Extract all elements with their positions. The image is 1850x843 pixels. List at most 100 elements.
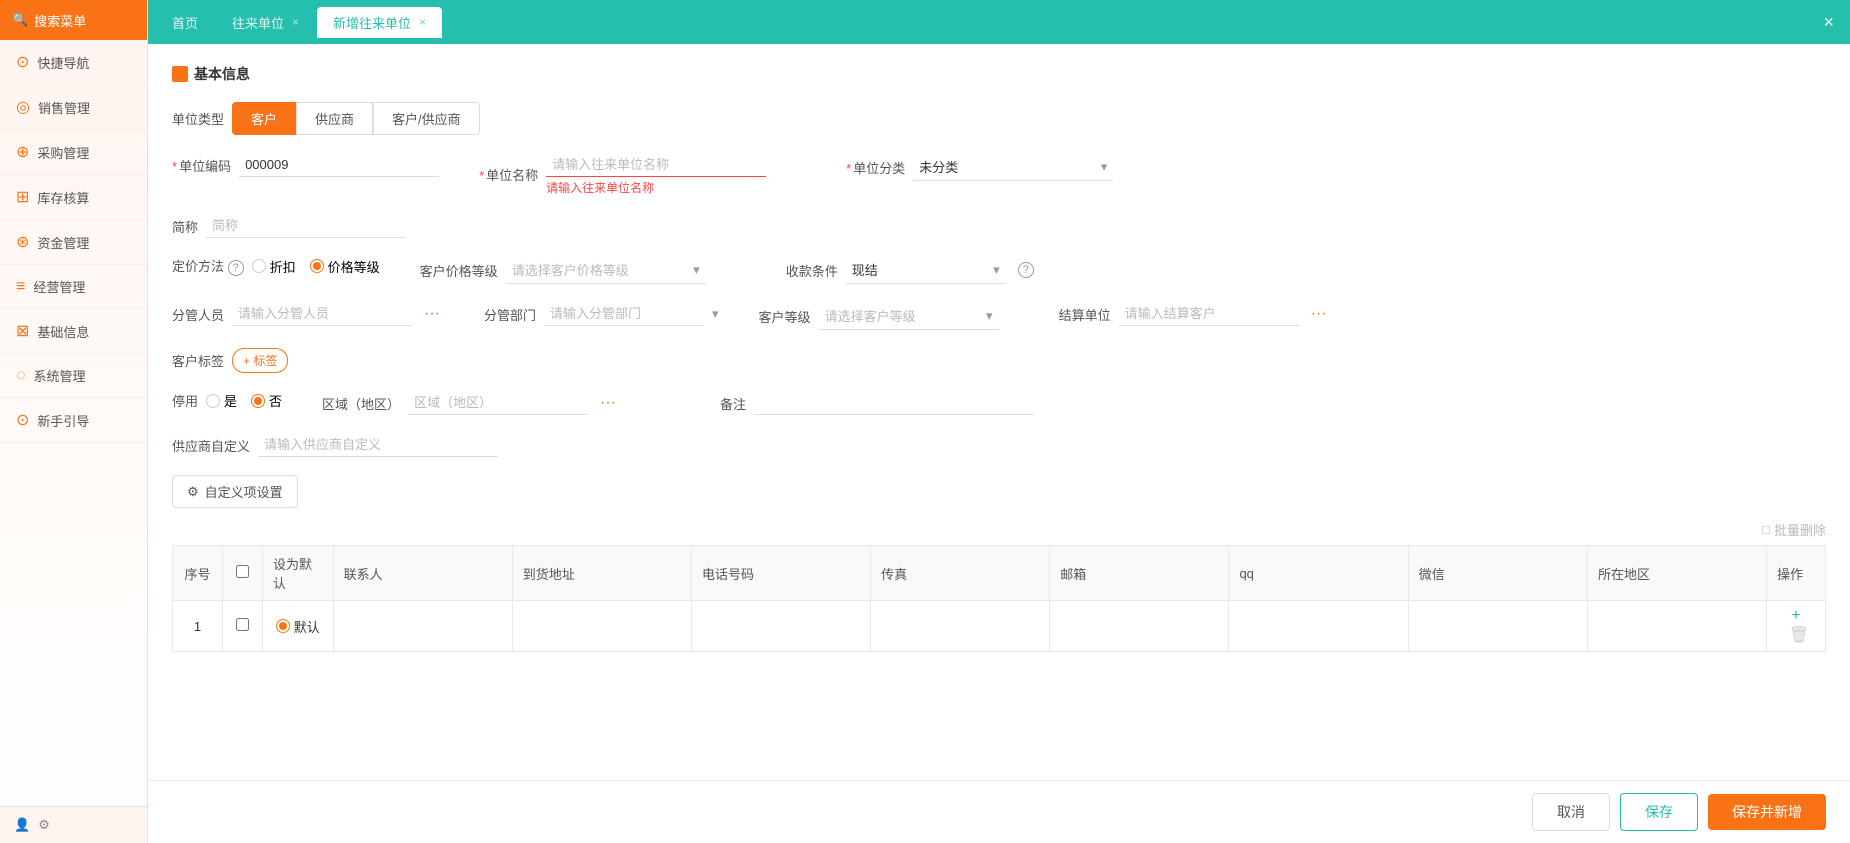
search-icon: 🔍: [12, 12, 28, 28]
phone-input[interactable]: [702, 619, 860, 634]
customer-level-field: 客户等级 请选择客户等级 ▾: [759, 302, 999, 330]
custom-settings-button[interactable]: ⚙ 自定义项设置: [172, 475, 298, 508]
customer-price-level-placeholder: 请选择客户价格等级: [512, 260, 629, 279]
unit-category-select[interactable]: 未分类 ▾: [913, 153, 1113, 181]
type-btn-both[interactable]: 客户/供应商: [373, 102, 480, 135]
batch-delete-icon: □: [1762, 522, 1770, 537]
customer-level-select[interactable]: 请选择客户等级 ▾: [819, 302, 999, 330]
manager-dots-btn[interactable]: ···: [420, 305, 444, 323]
type-btn-supplier[interactable]: 供应商: [296, 102, 373, 135]
row-wechat[interactable]: [1408, 601, 1587, 652]
form-area: 基本信息 单位类型 客户 供应商 客户/供应商 *单位编码: [148, 44, 1850, 780]
region-dots-btn[interactable]: ···: [596, 394, 620, 412]
unit-name-label: *单位名称: [479, 165, 538, 184]
save-new-button[interactable]: 保存并新增: [1708, 794, 1826, 830]
settings-icon[interactable]: ⚙: [38, 817, 50, 833]
row-contact[interactable]: [333, 601, 512, 652]
col-wechat: 微信: [1408, 546, 1587, 601]
wechat-input[interactable]: [1419, 619, 1577, 634]
sidebar-search[interactable]: 🔍 搜索菜单: [0, 0, 147, 40]
pricing-level-radio[interactable]: 价格等级: [310, 257, 380, 276]
location-input[interactable]: [1598, 619, 1756, 634]
sidebar-item-finance[interactable]: ⊛ 资金管理: [0, 220, 147, 265]
disabled-radio-group: 是 否: [206, 391, 282, 410]
settlement-unit-input[interactable]: [1119, 302, 1299, 326]
pricing-help-icon[interactable]: ?: [228, 260, 244, 276]
category-dropdown-arrow: ▾: [1101, 159, 1108, 175]
customer-price-level-select[interactable]: 请选择客户价格等级 ▾: [506, 256, 706, 284]
customer-tag-field: 客户标签 + 标签: [172, 348, 288, 373]
sidebar-item-operations[interactable]: ≡ 经营管理: [0, 265, 147, 309]
delete-row-button[interactable]: 🗑: [1789, 627, 1809, 644]
row-qq[interactable]: [1229, 601, 1408, 652]
fax-input[interactable]: [881, 619, 1039, 634]
row-email[interactable]: [1050, 601, 1229, 652]
row-fax[interactable]: [871, 601, 1050, 652]
sidebar-item-system[interactable]: ◌ 系统管理: [0, 354, 147, 398]
tab-contacts-close[interactable]: ×: [292, 15, 299, 29]
batch-delete-label[interactable]: 批量删除: [1774, 520, 1826, 539]
col-email: 邮箱: [1050, 546, 1229, 601]
row-default[interactable]: 默认: [263, 601, 334, 652]
tab-home[interactable]: 首页: [156, 7, 214, 38]
row-address[interactable]: [512, 601, 691, 652]
supplier-custom-label: 供应商自定义: [172, 436, 250, 455]
qq-input[interactable]: [1239, 619, 1397, 634]
save-button[interactable]: 保存: [1620, 793, 1698, 831]
supplier-custom-input[interactable]: [258, 433, 498, 457]
abbr-row: 简称: [172, 214, 1826, 238]
pricing-level-outer: [310, 259, 324, 273]
pricing-discount-radio[interactable]: 折扣: [252, 257, 296, 276]
table-header: 序号 设为默认 联系人 到货地址 电话号码 传真 邮箱 qq 微信 所在地区 操…: [173, 546, 1826, 601]
sidebar-item-quick-nav[interactable]: ⊙ 快捷导航: [0, 40, 147, 85]
type-btn-customer[interactable]: 客户: [232, 102, 296, 135]
note-input[interactable]: [754, 391, 1034, 415]
tab-bar: 首页 往来单位 × 新增往来单位 × ×: [148, 0, 1850, 44]
tab-contacts-label: 往来单位: [232, 13, 284, 32]
tab-contacts[interactable]: 往来单位 ×: [216, 7, 315, 38]
col-fax: 传真: [871, 546, 1050, 601]
tab-new-contact[interactable]: 新增往来单位 ×: [317, 7, 442, 38]
row-phone[interactable]: [691, 601, 870, 652]
basic-info-icon: ⊠: [16, 321, 29, 341]
supplier-custom-field: 供应商自定义: [172, 433, 498, 457]
sidebar-item-label: 采购管理: [37, 143, 89, 162]
purchase-icon: ⊕: [16, 142, 29, 162]
manager-input[interactable]: [232, 302, 412, 326]
sidebar-item-basic-info[interactable]: ⊠ 基础信息: [0, 309, 147, 354]
row-checkbox[interactable]: [223, 601, 263, 652]
disabled-yes-radio[interactable]: 是: [206, 391, 237, 410]
unit-name-input[interactable]: [546, 153, 766, 177]
cancel-button[interactable]: 取消: [1532, 793, 1610, 831]
row-location[interactable]: [1587, 601, 1766, 652]
sidebar-item-inventory[interactable]: ⊞ 库存核算: [0, 175, 147, 220]
row-default-radio[interactable]: 默认: [273, 617, 323, 636]
sidebar-item-sales[interactable]: ◎ 销售管理: [0, 85, 147, 130]
payment-terms-field: 收款条件 现结 ▾ ?: [786, 256, 1034, 284]
unit-code-input[interactable]: [239, 153, 439, 177]
add-row-button[interactable]: +: [1791, 607, 1800, 624]
tab-new-contact-close[interactable]: ×: [419, 15, 426, 29]
contact-input[interactable]: [344, 619, 502, 634]
sidebar-item-guide[interactable]: ⊙ 新手引导: [0, 398, 147, 443]
dept-input[interactable]: [544, 302, 704, 326]
section-title: 基本信息: [172, 64, 1826, 84]
unit-code-label: *单位编码: [172, 156, 231, 175]
sidebar-item-label: 经营管理: [33, 277, 85, 296]
settlement-dots-btn[interactable]: ···: [1307, 305, 1331, 323]
add-tag-button[interactable]: + 标签: [232, 348, 288, 373]
window-close-button[interactable]: ×: [1815, 8, 1842, 37]
disabled-no-radio[interactable]: 否: [251, 391, 282, 410]
system-icon: ◌: [16, 367, 26, 385]
customer-price-level-label: 客户价格等级: [420, 261, 498, 280]
payment-terms-select[interactable]: 现结 ▾: [846, 256, 1006, 284]
abbr-input[interactable]: [206, 214, 406, 238]
region-input[interactable]: [408, 391, 588, 415]
select-all-checkbox[interactable]: [236, 565, 249, 578]
unit-name-field: *单位名称 请输入往来单位名称: [479, 153, 766, 196]
sidebar-item-purchase[interactable]: ⊕ 采购管理: [0, 130, 147, 175]
email-input[interactable]: [1060, 619, 1218, 634]
unit-code-field: *单位编码: [172, 153, 439, 177]
address-input[interactable]: [523, 619, 681, 634]
payment-terms-help-icon[interactable]: ?: [1018, 262, 1034, 278]
